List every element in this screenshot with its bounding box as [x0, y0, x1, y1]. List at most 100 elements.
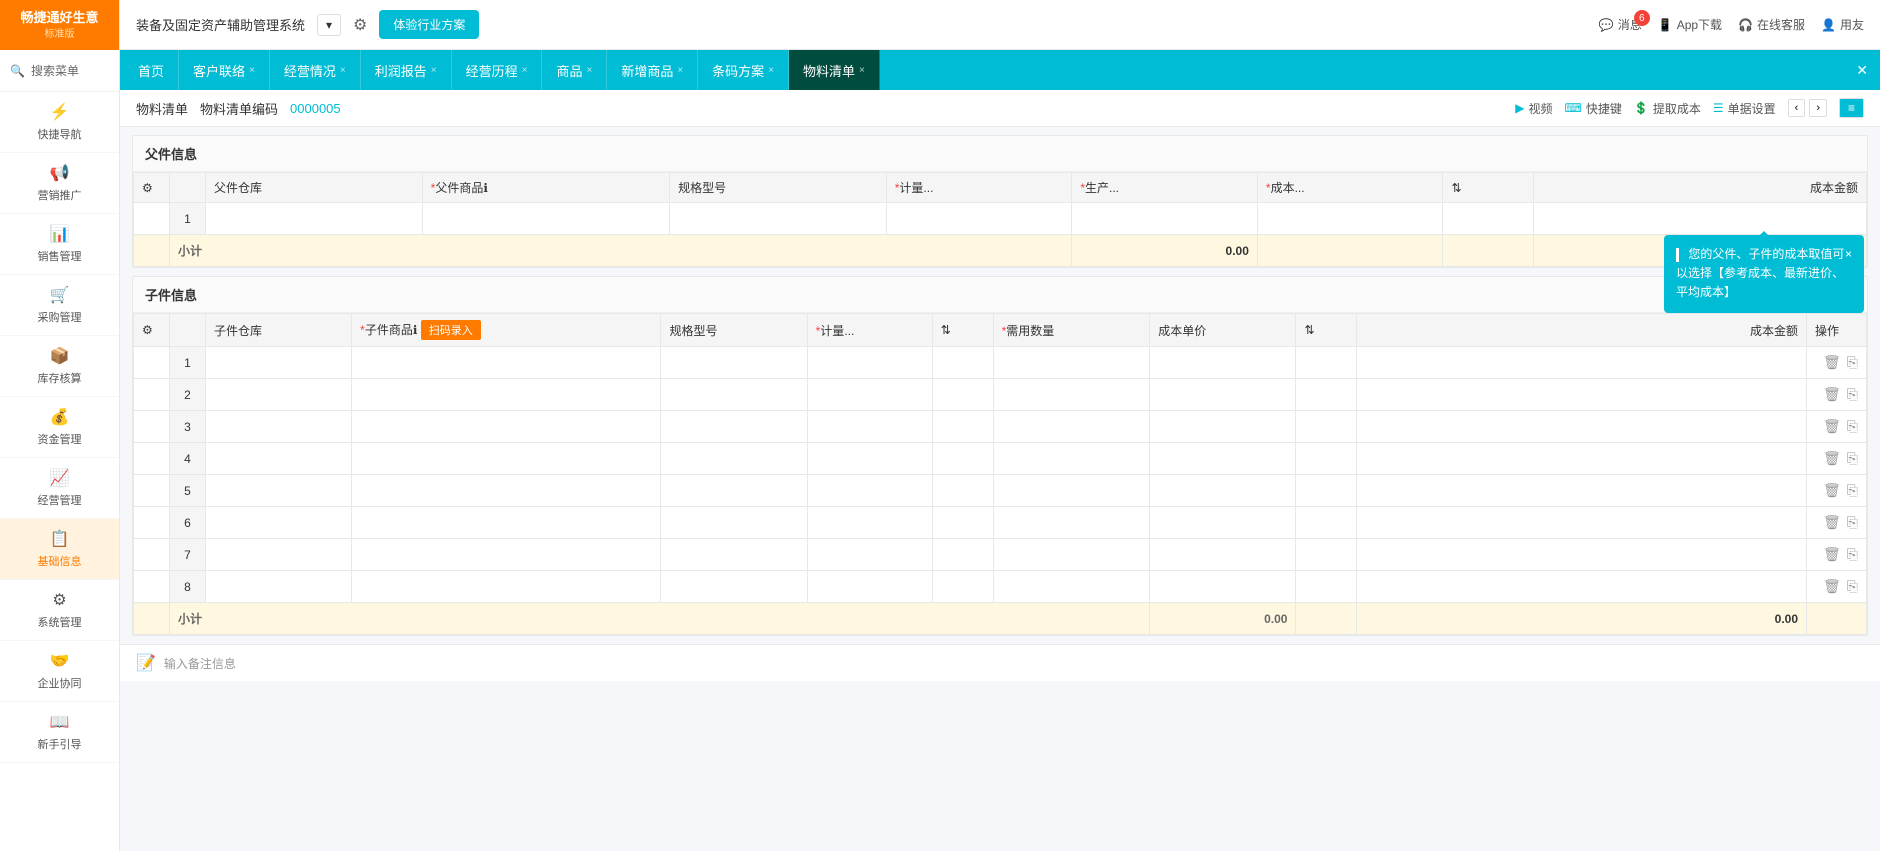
tab-close-7[interactable]: × [768, 65, 774, 76]
tab-close-1[interactable]: × [249, 65, 255, 76]
child-row-qty-5[interactable] [993, 507, 1150, 539]
child-row-qty-2[interactable] [993, 411, 1150, 443]
sidebar-item-资金管理[interactable]: 💰资金管理 [0, 397, 119, 458]
delete-icon-1[interactable]: 🗑 [1823, 386, 1841, 403]
tab-close-5[interactable]: × [586, 65, 592, 76]
child-row-unit-0[interactable] [807, 347, 932, 379]
child-row-spec-3[interactable] [661, 443, 807, 475]
app-download-item[interactable]: 📱 App下载 [1658, 16, 1722, 33]
child-row-qty-6[interactable] [993, 539, 1150, 571]
child-row-warehouse-1[interactable] [206, 379, 352, 411]
user-item[interactable]: 👤 用友 [1821, 16, 1864, 33]
child-row-unit-cost-5[interactable] [1150, 507, 1296, 539]
parent-row-spec[interactable] [670, 203, 887, 235]
online-service-item[interactable]: 🎧 在线客服 [1738, 16, 1805, 33]
parent-row-cost[interactable] [1257, 203, 1443, 235]
child-row-unit-cost-2[interactable] [1150, 411, 1296, 443]
tab-close-8[interactable]: × [859, 65, 865, 76]
parent-row-unit[interactable] [886, 203, 1072, 235]
child-row-warehouse-3[interactable] [206, 443, 352, 475]
child-row-unit-cost-0[interactable] [1150, 347, 1296, 379]
child-row-spec-6[interactable] [661, 539, 807, 571]
child-row-qty-4[interactable] [993, 475, 1150, 507]
tooltip-close-button[interactable]: × [1845, 245, 1852, 264]
sidebar-item-企业协同[interactable]: 🤝企业协同 [0, 641, 119, 702]
child-row-product-3[interactable] [352, 443, 661, 475]
parent-row-warehouse[interactable] [206, 203, 423, 235]
copy-icon-2[interactable]: ⎘ [1847, 418, 1858, 435]
nav-tab-利润报告[interactable]: 利润报告 × [361, 50, 452, 90]
child-row-warehouse-6[interactable] [206, 539, 352, 571]
nav-tab-客户联络[interactable]: 客户联络 × [179, 50, 270, 90]
cost-button[interactable]: 💲 提取成本 [1634, 100, 1701, 117]
tab-close-4[interactable]: × [522, 65, 528, 76]
copy-icon-3[interactable]: ⎘ [1847, 450, 1858, 467]
delete-icon-5[interactable]: 🗑 [1823, 514, 1841, 531]
copy-icon-0[interactable]: ⎘ [1847, 354, 1858, 371]
child-row-spec-4[interactable] [661, 475, 807, 507]
child-row-warehouse-5[interactable] [206, 507, 352, 539]
prev-button[interactable]: ‹ [1788, 99, 1806, 117]
search-menu-button[interactable]: 🔍 搜索菜单 [8, 58, 111, 83]
sidebar-item-经营管理[interactable]: 📈经营管理 [0, 458, 119, 519]
delete-icon-6[interactable]: 🗑 [1823, 546, 1841, 563]
child-row-product-1[interactable] [352, 379, 661, 411]
copy-icon-1[interactable]: ⎘ [1847, 386, 1858, 403]
close-all-tabs-button[interactable]: ✕ [1848, 62, 1876, 79]
parent-row-production[interactable] [1072, 203, 1258, 235]
child-row-spec-0[interactable] [661, 347, 807, 379]
view-button[interactable]: ▶ 视频 [1515, 100, 1552, 117]
nav-tab-物料清单[interactable]: 物料清单 × [789, 50, 880, 90]
copy-icon-6[interactable]: ⎘ [1847, 546, 1858, 563]
child-row-unit-cost-6[interactable] [1150, 539, 1296, 571]
nav-tab-首页[interactable]: 首页 [124, 50, 179, 90]
child-row-spec-7[interactable] [661, 571, 807, 603]
breadcrumb-page1[interactable]: 物料清单 [136, 99, 188, 118]
child-row-qty-1[interactable] [993, 379, 1150, 411]
child-row-unit-cost-7[interactable] [1150, 571, 1296, 603]
sidebar-item-营销推广[interactable]: 📢营销推广 [0, 153, 119, 214]
tab-close-2[interactable]: × [340, 65, 346, 76]
child-row-warehouse-2[interactable] [206, 411, 352, 443]
nav-tab-新增商品[interactable]: 新增商品 × [607, 50, 698, 90]
shortcut-button[interactable]: ⌨ 快捷键 [1565, 100, 1622, 117]
child-row-unit-6[interactable] [807, 539, 932, 571]
delete-icon-2[interactable]: 🗑 [1823, 418, 1841, 435]
system-dropdown[interactable]: ▾ [317, 14, 341, 36]
child-row-unit-3[interactable] [807, 443, 932, 475]
child-row-unit-4[interactable] [807, 475, 932, 507]
child-row-warehouse-7[interactable] [206, 571, 352, 603]
child-row-warehouse-4[interactable] [206, 475, 352, 507]
parent-row-product[interactable] [422, 203, 669, 235]
sidebar-item-库存核算[interactable]: 📦库存核算 [0, 336, 119, 397]
child-row-unit-1[interactable] [807, 379, 932, 411]
child-row-spec-1[interactable] [661, 379, 807, 411]
nav-tab-商品[interactable]: 商品 × [542, 50, 607, 90]
child-row-product-0[interactable] [352, 347, 661, 379]
tab-close-6[interactable]: × [677, 65, 683, 76]
child-row-warehouse-0[interactable] [206, 347, 352, 379]
delete-icon-0[interactable]: 🗑 [1823, 354, 1841, 371]
child-row-unit-cost-3[interactable] [1150, 443, 1296, 475]
next-button[interactable]: › [1809, 99, 1827, 117]
list-view-button[interactable]: ≡ [1839, 98, 1864, 118]
settings-button[interactable]: ☰ 单据设置 [1713, 100, 1776, 117]
child-row-qty-7[interactable] [993, 571, 1150, 603]
sidebar-item-采购管理[interactable]: 🛒采购管理 [0, 275, 119, 336]
child-row-spec-2[interactable] [661, 411, 807, 443]
scan-input-button[interactable]: 扫码录入 [421, 320, 481, 340]
sidebar-item-新手引导[interactable]: 📖新手引导 [0, 702, 119, 763]
nav-tab-经营情况[interactable]: 经营情况 × [270, 50, 361, 90]
child-row-product-4[interactable] [352, 475, 661, 507]
child-row-product-7[interactable] [352, 571, 661, 603]
child-row-product-6[interactable] [352, 539, 661, 571]
trial-button[interactable]: 体验行业方案 [379, 10, 479, 39]
copy-icon-7[interactable]: ⎘ [1847, 578, 1858, 595]
nav-tab-条码方案[interactable]: 条码方案 × [698, 50, 789, 90]
child-row-unit-cost-4[interactable] [1150, 475, 1296, 507]
delete-icon-7[interactable]: 🗑 [1823, 578, 1841, 595]
child-row-qty-3[interactable] [993, 443, 1150, 475]
delete-icon-4[interactable]: 🗑 [1823, 482, 1841, 499]
child-row-unit-7[interactable] [807, 571, 932, 603]
sidebar-item-快捷导航[interactable]: ⚡快捷导航 [0, 92, 119, 153]
